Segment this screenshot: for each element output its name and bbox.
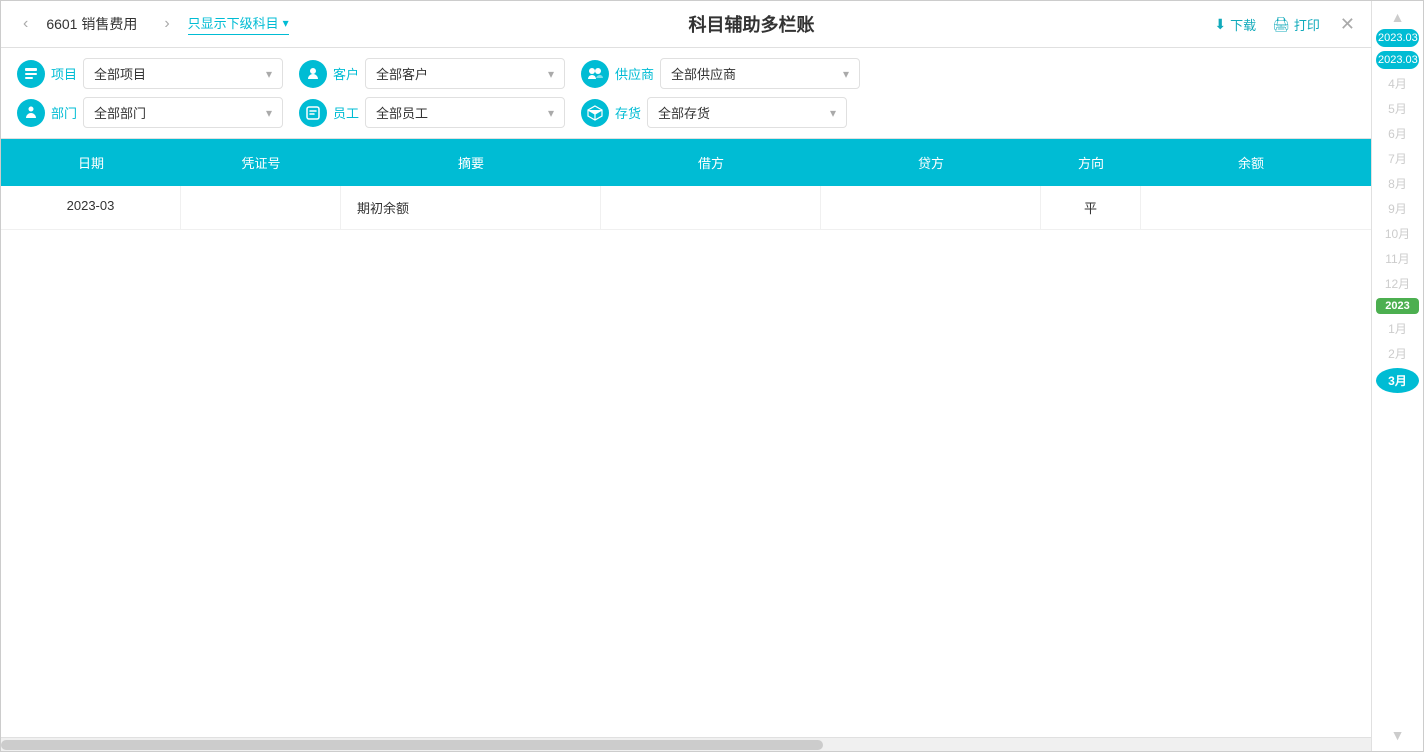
timeline-item-11[interactable]: 11月 — [1372, 246, 1423, 271]
show-sub-label: 只显示下级科目 — [188, 13, 279, 32]
print-icon: 🖨 — [1272, 16, 1290, 33]
employee-icon — [299, 99, 327, 127]
timeline-item-2023-03[interactable]: 2023.03 — [1376, 51, 1419, 69]
timeline-item-4[interactable]: 4月 — [1372, 71, 1423, 96]
project-arrow-icon: ▾ — [266, 67, 272, 81]
cell-date: 2023-03 — [1, 186, 181, 229]
col-header-credit: 贷方 — [821, 139, 1041, 186]
print-button[interactable]: 🖨 打印 — [1272, 15, 1320, 34]
close-button[interactable]: ✕ — [1340, 14, 1355, 35]
col-header-voucher: 凭证号 — [181, 139, 341, 186]
filter-row-2: 部门 全部部门 ▾ 员工 全部员工 ▾ — [17, 97, 1355, 128]
next-account-button[interactable]: › — [158, 13, 175, 35]
header-bar: ‹ 6601 销售费用 › 只显示下级科目 ▾ 科目辅助多栏账 ⬇ 下载 🖨 打… — [1, 1, 1371, 48]
filter-item-inventory: 存货 全部存货 ▾ — [581, 97, 847, 128]
cell-credit — [821, 186, 1041, 229]
employee-label: 员工 — [333, 103, 359, 122]
filter-area: 项目 全部项目 ▾ 客户 全部客户 ▾ — [1, 48, 1371, 139]
customer-arrow-icon: ▾ — [548, 67, 554, 81]
account-code-label: 6601 销售费用 — [46, 14, 146, 34]
filter-item-customer: 客户 全部客户 ▾ — [299, 58, 565, 89]
timeline-item-9[interactable]: 9月 — [1372, 196, 1423, 221]
filter-item-dept: 部门 全部部门 ▾ — [17, 97, 283, 128]
col-header-direction: 方向 — [1041, 139, 1141, 186]
dept-icon — [17, 99, 45, 127]
customer-select[interactable]: 全部客户 ▾ — [365, 58, 565, 89]
dept-label: 部门 — [51, 103, 77, 122]
timeline-item-2023-03-top[interactable]: 2023.03 — [1376, 29, 1419, 47]
timeline-item-3-active[interactable]: 3月 — [1376, 368, 1419, 393]
timeline-item-7[interactable]: 7月 — [1372, 146, 1423, 171]
supplier-value: 全部供应商 — [671, 64, 843, 83]
project-select[interactable]: 全部项目 ▾ — [83, 58, 283, 89]
table-header: 日期 凭证号 摘要 借方 贷方 方向 余额 — [1, 139, 1371, 186]
inventory-value: 全部存货 — [658, 103, 830, 122]
inventory-label: 存货 — [615, 103, 641, 122]
filter-row-1: 项目 全部项目 ▾ 客户 全部客户 ▾ — [17, 58, 1355, 89]
supplier-label: 供应商 — [615, 64, 654, 83]
download-button[interactable]: ⬇ 下载 — [1214, 15, 1256, 34]
cell-summary: 期初余额 — [341, 186, 601, 229]
prev-account-button[interactable]: ‹ — [17, 13, 34, 35]
timeline-year-badge[interactable]: 2023 — [1376, 298, 1419, 314]
filter-item-employee: 员工 全部员工 ▾ — [299, 97, 565, 128]
show-sub-toggle[interactable]: 只显示下级科目 ▾ — [188, 13, 289, 35]
filter-item-project: 项目 全部项目 ▾ — [17, 58, 283, 89]
col-header-date: 日期 — [1, 139, 181, 186]
inventory-arrow-icon: ▾ — [830, 106, 836, 120]
timeline-item-5[interactable]: 5月 — [1372, 96, 1423, 121]
supplier-arrow-icon: ▾ — [843, 67, 849, 81]
timeline-panel: ▲ 2023.03 2023.03 4月 5月 6月 7月 8月 9月 10月 … — [1371, 1, 1423, 751]
employee-select[interactable]: 全部员工 ▾ — [365, 97, 565, 128]
cell-debit — [601, 186, 821, 229]
table-container: 日期 凭证号 摘要 借方 贷方 方向 余额 2023-03 期初余额 平 — [1, 139, 1371, 737]
main-window: ‹ 6601 销售费用 › 只显示下级科目 ▾ 科目辅助多栏账 ⬇ 下载 🖨 打… — [0, 0, 1424, 752]
timeline-item-2[interactable]: 2月 — [1372, 341, 1423, 366]
page-title: 科目辅助多栏账 — [301, 11, 1203, 37]
cell-direction: 平 — [1041, 186, 1141, 229]
col-header-balance: 余额 — [1141, 139, 1361, 186]
timeline-item-10[interactable]: 10月 — [1372, 221, 1423, 246]
inventory-icon — [581, 99, 609, 127]
timeline-scroll-up-button[interactable]: ▲ — [1389, 7, 1407, 27]
scrollbar-thumb[interactable] — [1, 740, 823, 750]
dept-value: 全部部门 — [94, 103, 266, 122]
horizontal-scrollbar[interactable] — [1, 737, 1371, 751]
employee-arrow-icon: ▾ — [548, 106, 554, 120]
table-body: 2023-03 期初余额 平 — [1, 186, 1371, 230]
cell-voucher — [181, 186, 341, 229]
action-buttons: ⬇ 下载 🖨 打印 — [1214, 15, 1320, 34]
timeline-scroll-down-button[interactable]: ▼ — [1389, 725, 1407, 745]
timeline-item-12[interactable]: 12月 — [1372, 271, 1423, 296]
col-header-debit: 借方 — [601, 139, 821, 186]
dept-arrow-icon: ▾ — [266, 106, 272, 120]
inventory-select[interactable]: 全部存货 ▾ — [647, 97, 847, 128]
cell-balance — [1141, 186, 1361, 229]
timeline-item-8[interactable]: 8月 — [1372, 171, 1423, 196]
download-label: 下载 — [1230, 15, 1256, 34]
col-header-summary: 摘要 — [341, 139, 601, 186]
main-content-area: ‹ 6601 销售费用 › 只显示下级科目 ▾ 科目辅助多栏账 ⬇ 下载 🖨 打… — [1, 1, 1371, 751]
project-label: 项目 — [51, 64, 77, 83]
project-value: 全部项目 — [94, 64, 266, 83]
supplier-select[interactable]: 全部供应商 ▾ — [660, 58, 860, 89]
download-icon: ⬇ — [1214, 16, 1226, 33]
customer-value: 全部客户 — [376, 64, 548, 83]
employee-value: 全部员工 — [376, 103, 548, 122]
supplier-icon — [581, 60, 609, 88]
customer-label: 客户 — [333, 64, 359, 83]
customer-icon — [299, 60, 327, 88]
dept-select[interactable]: 全部部门 ▾ — [83, 97, 283, 128]
project-icon — [17, 60, 45, 88]
filter-item-supplier: 供应商 全部供应商 ▾ — [581, 58, 860, 89]
timeline-item-1[interactable]: 1月 — [1372, 316, 1423, 341]
show-sub-arrow-icon: ▾ — [283, 16, 289, 30]
print-label: 打印 — [1294, 15, 1320, 34]
table-row: 2023-03 期初余额 平 — [1, 186, 1371, 230]
timeline-item-6[interactable]: 6月 — [1372, 121, 1423, 146]
